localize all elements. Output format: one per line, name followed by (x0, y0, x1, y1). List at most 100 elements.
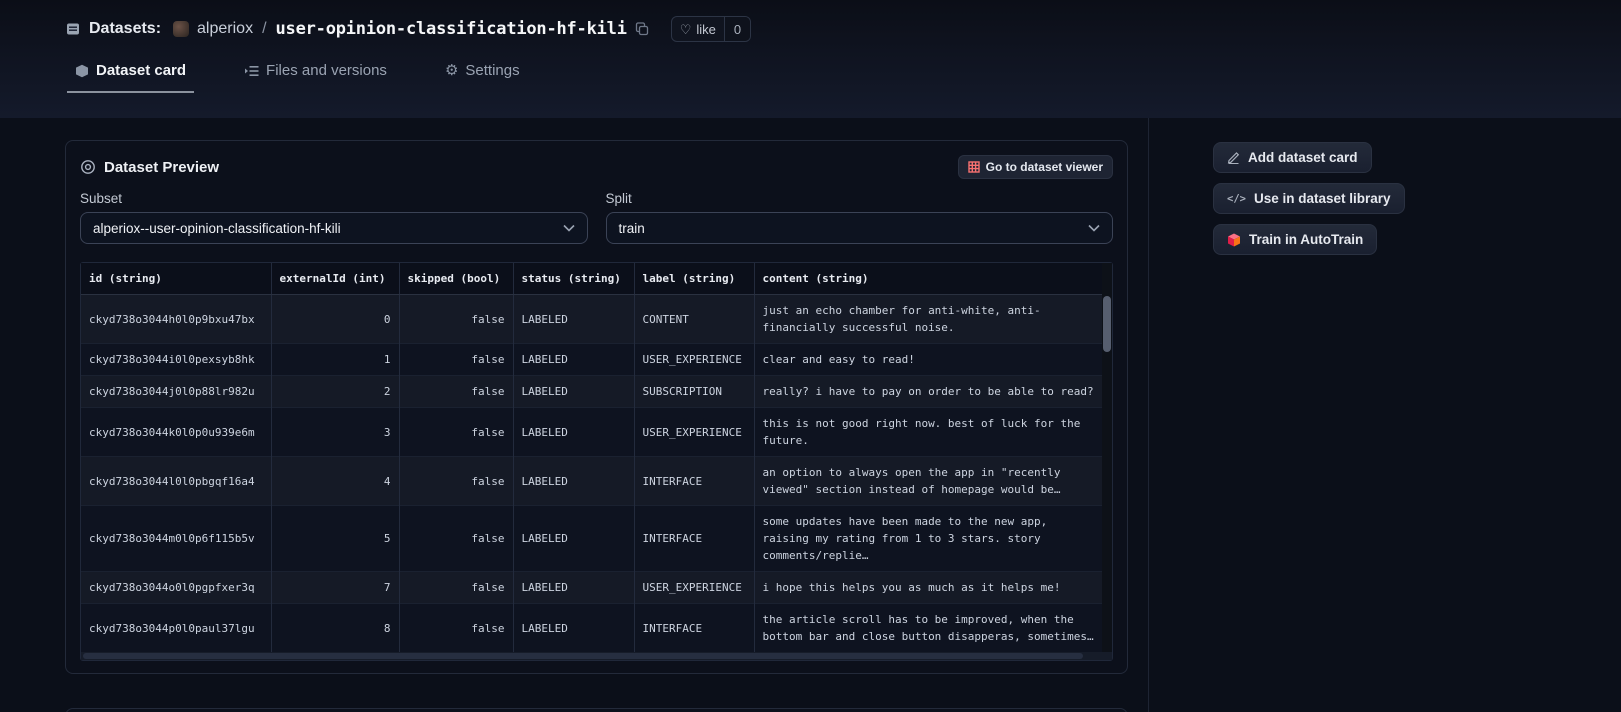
cell-content: an option to always open the app in "rec… (754, 456, 1102, 506)
owner-link[interactable]: alperiox (197, 20, 253, 38)
cell-externalid: 4 (271, 456, 400, 506)
cell-label: USER_EXPERIENCE (634, 343, 755, 376)
table-row: ckyd738o3044h0l0p9bxu47bx 0 false LABELED CO… (81, 294, 1102, 344)
column-header-skipped: skipped (bool) (399, 263, 514, 295)
cell-id: ckyd738o3044h0l0p9bxu47bx (81, 294, 272, 344)
tab-label: Settings (465, 62, 520, 79)
add-dataset-card-button[interactable]: Add dataset card (1213, 142, 1372, 173)
like-button[interactable]: ♡ like 0 (670, 16, 752, 42)
table-row: ckyd738o3044j0l0p88lr982u 2 false LABELED SU… (81, 375, 1102, 408)
preview-eye-icon (80, 159, 96, 175)
cell-status: LABELED (513, 456, 635, 506)
cell-externalid: 7 (271, 571, 400, 604)
use-in-dataset-library-button[interactable]: </> Use in dataset library (1213, 183, 1405, 214)
page-banner: Datasets: alperiox / user-opinion-classi… (0, 0, 1621, 118)
column-header-content: content (string) (754, 263, 1102, 295)
copy-name-icon[interactable] (635, 22, 649, 36)
column-header-externalid: externalId (int) (271, 263, 400, 295)
cell-skipped: false (399, 456, 514, 506)
vertical-scrollbar[interactable] (1102, 263, 1112, 652)
cell-status: LABELED (513, 343, 635, 376)
owner-avatar[interactable] (173, 21, 190, 37)
cell-content: clear and easy to read! (754, 343, 1102, 376)
cell-id: ckyd738o3044m0l0p6f115b5v (81, 505, 272, 572)
cell-externalid: 0 (271, 294, 400, 344)
cell-status: LABELED (513, 407, 635, 457)
dataset-card-section (65, 708, 1128, 712)
pencil-icon (1227, 151, 1240, 164)
tab-settings[interactable]: ⚙ Settings (437, 56, 528, 93)
table-row: ckyd738o3044o0l0pgpfxer3q 7 false LABELED US… (81, 571, 1102, 604)
cell-status: LABELED (513, 505, 635, 572)
cell-status: LABELED (513, 294, 635, 344)
cell-skipped: false (399, 294, 514, 344)
vertical-scrollbar-thumb[interactable] (1103, 296, 1111, 352)
cell-content: really? i have to pay on order to be abl… (754, 375, 1102, 408)
cell-label: INTERFACE (634, 505, 755, 572)
repo-tabs: Dataset card Files and versions ⚙ Settin… (65, 56, 1621, 93)
column-header-status: status (string) (513, 263, 635, 295)
table-row: ckyd738o3044m0l0p6f115b5v 5 false LABELED IN… (81, 505, 1102, 572)
horizontal-scrollbar-thumb[interactable] (83, 653, 1084, 659)
cell-status: LABELED (513, 603, 635, 652)
cell-externalid: 5 (271, 505, 400, 572)
tab-dataset-card[interactable]: Dataset card (67, 56, 195, 93)
cell-id: ckyd738o3044o0l0pgpfxer3q (81, 571, 272, 604)
cell-skipped: false (399, 603, 514, 652)
table-row: ckyd738o3044l0l0pbgqf16a4 4 false LABELED IN… (81, 456, 1102, 506)
subset-label: Subset (80, 191, 123, 206)
cell-status: LABELED (513, 375, 635, 408)
subset-value: alperiox--user-opinion-classification-hf… (93, 220, 341, 236)
repo-name-link[interactable]: user-opinion-classification-hf-kili (276, 19, 627, 39)
button-label: Train in AutoTrain (1249, 232, 1364, 247)
cube-icon (75, 64, 89, 78)
like-label: like (696, 21, 716, 37)
datasets-label: Datasets: (89, 20, 162, 37)
cell-content: the article scroll has to be improved, w… (754, 603, 1102, 652)
right-sidebar: Add dataset card </> Use in dataset libr… (1148, 118, 1621, 712)
chevron-down-icon (1088, 224, 1100, 232)
datasets-icon (65, 21, 81, 37)
dataset-preview-card: Dataset Preview Go to dataset viewer Sub… (65, 140, 1128, 674)
cell-label: USER_EXPERIENCE (634, 407, 755, 457)
split-value: train (618, 220, 645, 236)
path-separator: / (262, 20, 267, 37)
table-row: ckyd738o3044i0l0pexsyb8hk 1 false LABELED US… (81, 343, 1102, 376)
table-row: ckyd738o3044k0l0p0u939e6m 3 false LABELED US… (81, 407, 1102, 457)
button-label: Add dataset card (1248, 150, 1358, 165)
cell-skipped: false (399, 343, 514, 376)
split-select[interactable]: train (605, 212, 1113, 244)
file-tree-icon (244, 64, 259, 78)
autotrain-cube-icon (1227, 233, 1241, 247)
train-in-autotrain-button[interactable]: Train in AutoTrain (1213, 224, 1378, 255)
table-header-row: id (string) externalId (int) skipped (bo… (81, 263, 1102, 295)
cell-label: INTERFACE (634, 603, 755, 652)
gear-icon: ⚙ (444, 62, 459, 79)
button-label: Use in dataset library (1253, 191, 1391, 206)
heart-icon: ♡ (679, 21, 692, 37)
code-icon: </> (1227, 192, 1246, 205)
preview-table: id (string) externalId (int) skipped (bo… (80, 262, 1113, 661)
like-count[interactable]: 0 (723, 17, 751, 41)
cell-skipped: false (399, 407, 514, 457)
chevron-down-icon (562, 224, 575, 232)
cell-id: ckyd738o3044j0l0p88lr982u (81, 375, 272, 408)
go-to-dataset-viewer-button[interactable]: Go to dataset viewer (957, 155, 1113, 179)
horizontal-scrollbar[interactable] (81, 652, 1112, 660)
cell-content: this is not good right now. best of luck… (754, 407, 1102, 457)
cell-label: CONTENT (634, 294, 755, 344)
cell-skipped: false (399, 571, 514, 604)
cell-label: SUBSCRIPTION (634, 375, 755, 408)
cell-content: some updates have been made to the new a… (754, 505, 1102, 572)
table-row: ckyd738o3044p0l0paul37lgu 8 false LABELED IN… (81, 603, 1102, 652)
cell-label: INTERFACE (634, 456, 755, 506)
cell-externalid: 2 (271, 375, 400, 408)
cell-content: i hope this helps you as much as it help… (754, 571, 1102, 604)
tab-label: Dataset card (96, 62, 187, 79)
cell-content: just an echo chamber for anti-white, ant… (754, 294, 1102, 344)
cell-label: USER_EXPERIENCE (634, 571, 755, 604)
tab-files-and-versions[interactable]: Files and versions (236, 56, 395, 93)
cell-id: ckyd738o3044p0l0paul37lgu (81, 603, 272, 652)
main-column: Dataset Preview Go to dataset viewer Sub… (0, 118, 1148, 712)
subset-select[interactable]: alperiox--user-opinion-classification-hf… (80, 212, 588, 244)
